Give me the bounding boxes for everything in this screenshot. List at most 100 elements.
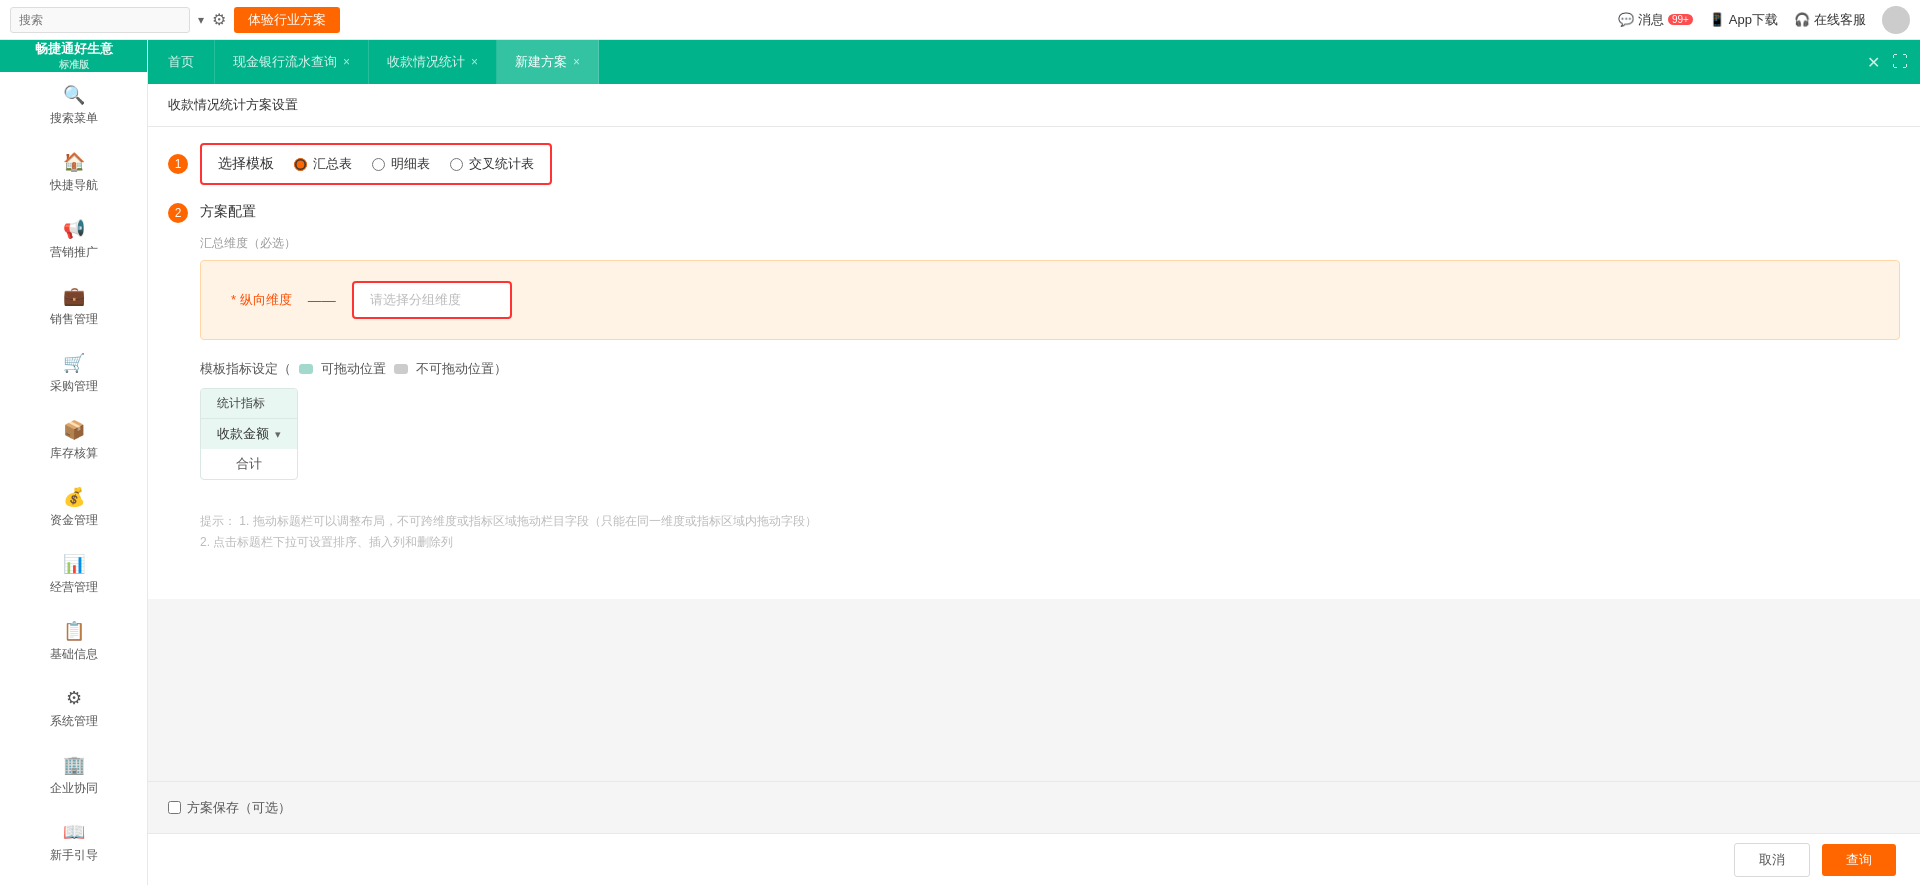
top-bar-right: 💬 消息 99+ 📱 App下载 🎧 在线客服 [1618,6,1910,34]
sidebar-item-marketing[interactable]: 📢 营销推广 [0,206,147,273]
tab-cashflow[interactable]: 现金银行流水查询 × [215,40,369,84]
dimension-box: 汇总维度（必选） * 纵向维度 —— 请选择分组维度 [200,235,1900,340]
logo-main: 畅捷通好生意 [35,40,113,58]
enterprise-icon: 🏢 [63,754,85,776]
tip-item-2: 2. 点击标题栏下拉可设置排序、插入列和删除列 [200,534,1900,551]
step2-content: 方案配置 汇总维度（必选） * 纵向维度 —— [200,203,1900,565]
tab-new-plan[interactable]: 新建方案 × [497,40,599,84]
query-button[interactable]: 查询 [1822,844,1896,876]
sidebar-item-search[interactable]: 🔍 搜索菜单 [0,72,147,139]
close-window-icon[interactable]: ✕ [1867,53,1880,72]
sidebar-item-enterprise[interactable]: 🏢 企业协同 [0,742,147,809]
sidebar-item-label: 经营管理 [50,579,98,596]
footer-section: 方案保存（可选） [148,781,1920,833]
tab-cashflow-close[interactable]: × [343,55,350,69]
sidebar-item-label: 销售管理 [50,311,98,328]
radio-detail-input[interactable] [372,158,385,171]
dimension-row: * 纵向维度 —— 请选择分组维度 [231,281,1869,319]
purchase-icon: 🛒 [63,352,85,374]
dropdown-arrow-icon[interactable]: ▾ [198,13,204,27]
save-plan-checkbox-row[interactable]: 方案保存（可选） [168,799,1900,817]
save-plan-label: 方案保存（可选） [187,799,291,817]
page-content: 收款情况统计方案设置 1 选择模板 汇总表 [148,84,1920,781]
online-service-item[interactable]: 🎧 在线客服 [1794,11,1866,29]
avatar[interactable] [1882,6,1910,34]
radio-detail[interactable]: 明细表 [372,155,430,173]
sales-icon: 💼 [63,285,85,307]
action-bar: 取消 查询 [148,833,1920,885]
arrow-icon: —— [308,292,336,308]
tab-new-plan-close[interactable]: × [573,55,580,69]
cancel-button[interactable]: 取消 [1734,843,1810,877]
expand-window-icon[interactable]: ⛶ [1892,53,1908,71]
tab-new-plan-label: 新建方案 [515,53,567,71]
message-item[interactable]: 💬 消息 99+ [1618,11,1693,29]
page-breadcrumb: 收款情况统计方案设置 [148,84,1920,127]
non-draggable-label: 不可拖动位置） [416,360,507,378]
system-icon: ⚙ [66,687,82,709]
sidebar-item-label: 搜索菜单 [50,110,98,127]
sidebar-item-management[interactable]: 📊 经营管理 [0,541,147,608]
search-menu-icon: 🔍 [63,84,85,106]
radio-summary-label: 汇总表 [313,155,352,173]
trial-button[interactable]: 体验行业方案 [234,7,340,33]
vertical-dimension-label: * 纵向维度 [231,291,292,309]
home-icon: 🏠 [63,151,85,173]
indicator-header-text: 统计指标 [217,396,265,410]
sidebar-item-basic-info[interactable]: 📋 基础信息 [0,608,147,675]
save-plan-checkbox[interactable] [168,801,181,814]
dimension-title-text: 汇总维度（必选） [200,236,296,250]
sidebar-item-home[interactable]: 🏠 快捷导航 [0,139,147,206]
app-download-item[interactable]: 📱 App下载 [1709,11,1778,29]
sidebar-item-label: 资金管理 [50,512,98,529]
radio-cross[interactable]: 交叉统计表 [450,155,534,173]
draggable-indicator-icon [299,364,313,374]
main-layout: 畅捷通好生意 标准版 🔍 搜索菜单 🏠 快捷导航 📢 营销推广 💼 销售管理 🛒… [0,40,1920,885]
finance-icon: 💰 [63,486,85,508]
sidebar-item-guide[interactable]: 📖 新手引导 [0,809,147,876]
sidebar-logo: 畅捷通好生意 标准版 [0,40,147,72]
indicator-label: 模板指标设定（ 可拖动位置 不可拖动位置） [200,360,1900,378]
tab-receipt-close[interactable]: × [471,55,478,69]
form-section: 1 选择模板 汇总表 明细表 [148,127,1920,599]
tip-item-1: 提示： 1. 拖动标题栏可以调整布局，不可跨维度或指标区域拖动栏目字段（只能在同… [200,513,1900,530]
sidebar-item-finance[interactable]: 💰 资金管理 [0,474,147,541]
radio-detail-label: 明细表 [391,155,430,173]
message-icon: 💬 [1618,12,1634,27]
radio-summary-input[interactable] [294,158,307,171]
radio-cross-input[interactable] [450,158,463,171]
sidebar-item-system[interactable]: ⚙ 系统管理 [0,675,147,742]
tab-receipt-label: 收款情况统计 [387,53,465,71]
tab-home[interactable]: 首页 [148,40,215,84]
indicator-section: 模板指标设定（ 可拖动位置 不可拖动位置） 统计指标 [200,360,1900,483]
sidebar-item-purchase[interactable]: 🛒 采购管理 [0,340,147,407]
settings-icon[interactable]: ⚙ [212,10,226,29]
sidebar-item-hardware[interactable]: 🔧 智能硬件 [0,876,147,885]
tab-receipt[interactable]: 收款情况统计 × [369,40,497,84]
chevron-down-icon[interactable]: ▾ [275,428,281,441]
sidebar: 畅捷通好生意 标准版 🔍 搜索菜单 🏠 快捷导航 📢 营销推广 💼 销售管理 🛒… [0,40,148,885]
sidebar-item-label: 系统管理 [50,713,98,730]
step1-row: 1 选择模板 汇总表 明细表 [168,143,1900,185]
app-icon: 📱 [1709,12,1725,27]
sidebar-item-inventory[interactable]: 📦 库存核算 [0,407,147,474]
content-area: 首页 现金银行流水查询 × 收款情况统计 × 新建方案 × ✕ ⛶ 收款情况统计… [148,40,1920,885]
indicator-subtotal-label: 合计 [236,456,262,471]
sidebar-item-label: 新手引导 [50,847,98,864]
top-bar: ▾ ⚙ 体验行业方案 💬 消息 99+ 📱 App下载 🎧 在线客服 [0,0,1920,40]
main-panel: 收款情况统计方案设置 1 选择模板 汇总表 [148,84,1920,599]
radio-summary[interactable]: 汇总表 [294,155,352,173]
indicator-amount-cell[interactable]: 收款金额 ▾ [201,419,297,449]
template-section: 选择模板 汇总表 明细表 [200,143,552,185]
message-badge: 99+ [1668,14,1693,25]
radio-cross-label: 交叉统计表 [469,155,534,173]
sidebar-item-sales[interactable]: 💼 销售管理 [0,273,147,340]
guide-icon: 📖 [63,821,85,843]
sidebar-item-label: 快捷导航 [50,177,98,194]
search-input[interactable] [10,7,190,33]
tab-cashflow-label: 现金银行流水查询 [233,53,337,71]
logo-sub: 标准版 [35,58,113,72]
step2-label: 方案配置 [200,203,256,219]
headset-icon: 🎧 [1794,12,1810,27]
dimension-select[interactable]: 请选择分组维度 [352,281,512,319]
